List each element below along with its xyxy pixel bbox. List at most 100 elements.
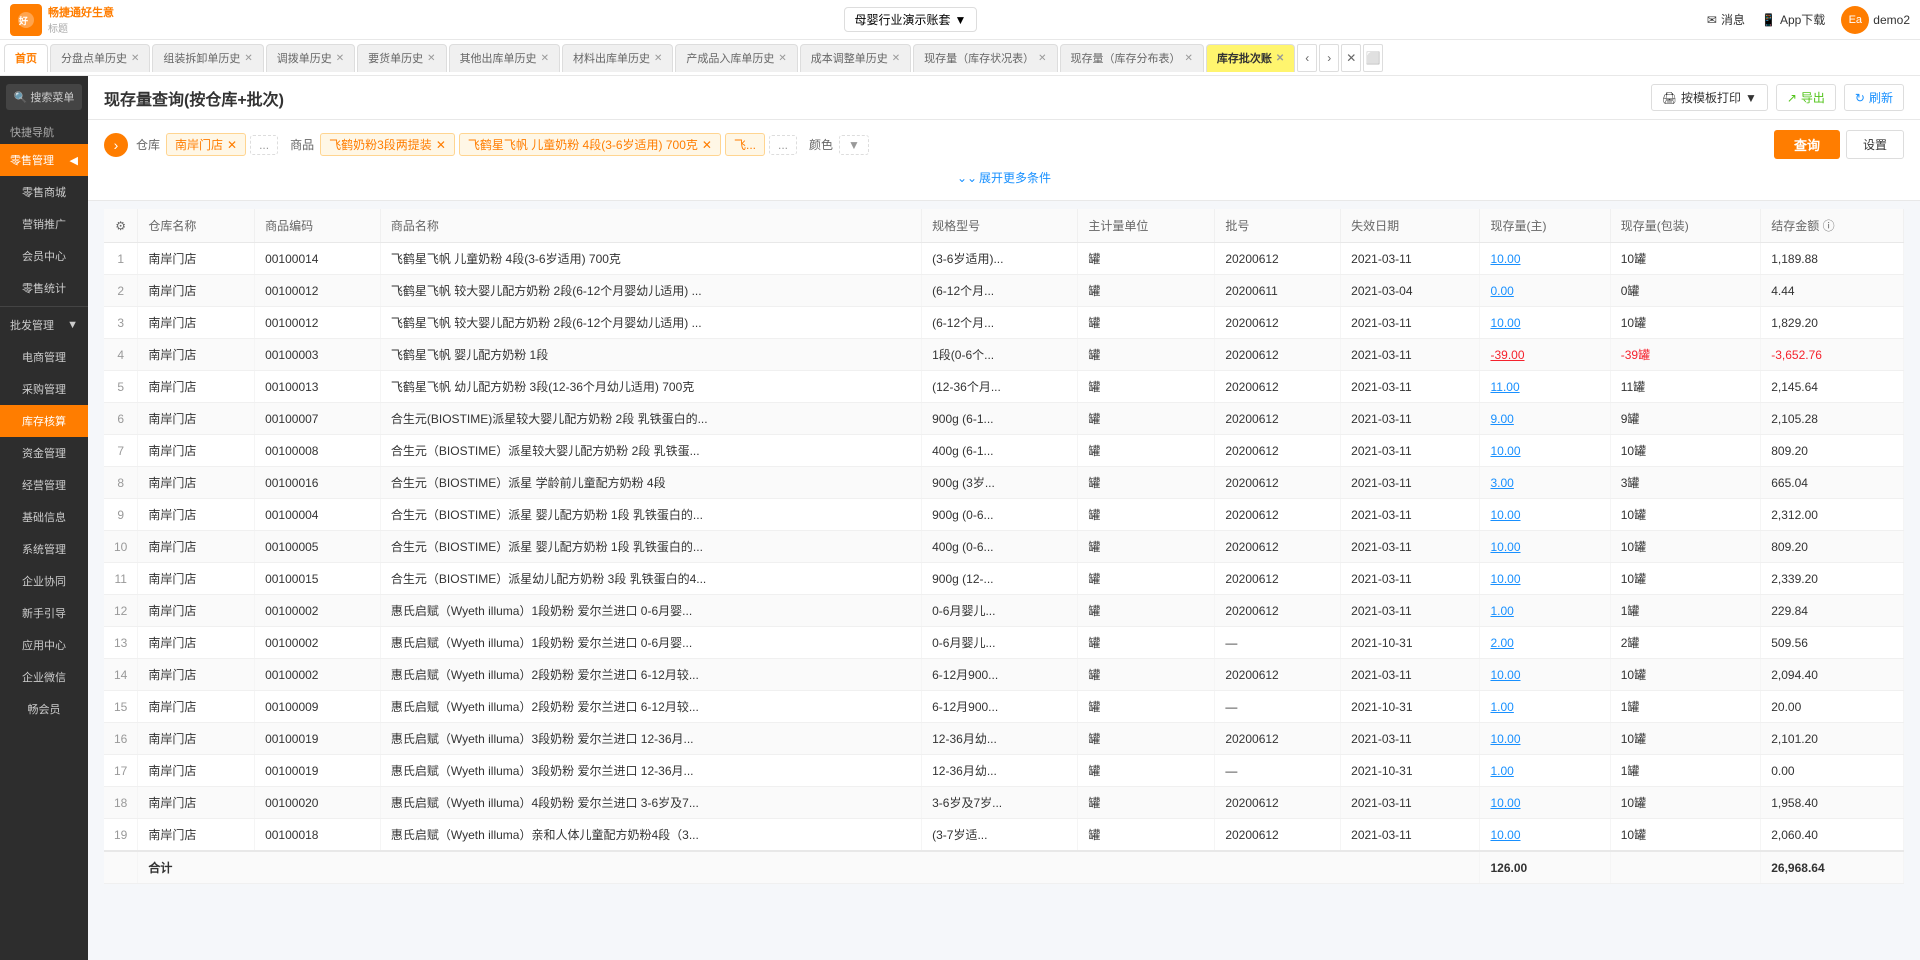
sidebar-item-member2[interactable]: 畅会员 [0, 693, 88, 725]
row-qty[interactable]: 2.00 [1480, 627, 1610, 659]
messages-btn[interactable]: ✉ 消息 [1707, 11, 1745, 28]
col-unit: 主计量单位 [1078, 209, 1215, 243]
tab-close-diaob[interactable]: ✕ [336, 53, 344, 64]
account-selector[interactable]: 母婴行业演示账套 ▼ [844, 7, 978, 32]
tab-zuche[interactable]: 组装拆卸单历史 ✕ [152, 44, 263, 72]
sidebar-item-system[interactable]: 系统管理 [0, 533, 88, 565]
sidebar-item-wholesale[interactable]: 批发管理 ▼ [0, 309, 88, 341]
row-qty[interactable]: 3.00 [1480, 467, 1610, 499]
row-expire: 2021-03-11 [1341, 819, 1480, 852]
row-qty-pkg: 10罐 [1610, 819, 1761, 852]
row-qty[interactable]: 10.00 [1480, 659, 1610, 691]
row-qty[interactable]: 1.00 [1480, 691, 1610, 723]
tab-close-stock-dist[interactable]: ✕ [1185, 53, 1193, 64]
tab-close-batch[interactable]: ✕ [1276, 53, 1284, 64]
tab-close-fenpan[interactable]: ✕ [131, 53, 139, 64]
tab-material[interactable]: 材料出库单历史 ✕ [562, 44, 673, 72]
filter-expand-btn[interactable]: › [104, 133, 128, 157]
sidebar-item-inventory[interactable]: 库存核算 [0, 405, 88, 437]
user-area[interactable]: Ea demo2 [1841, 6, 1910, 34]
product-tag-1-close[interactable]: ✕ [436, 138, 446, 152]
warehouse-tag-close[interactable]: ✕ [227, 138, 237, 152]
sidebar-item-corp[interactable]: 企业协同 [0, 565, 88, 597]
row-qty[interactable]: 10.00 [1480, 787, 1610, 819]
tab-yaoh[interactable]: 要货单历史 ✕ [357, 44, 446, 72]
row-qty[interactable]: 10.00 [1480, 499, 1610, 531]
sidebar-item-apps[interactable]: 应用中心 [0, 629, 88, 661]
row-qty[interactable]: 10.00 [1480, 531, 1610, 563]
row-qty[interactable]: 10.00 [1480, 435, 1610, 467]
warehouse-more-btn[interactable]: ... [250, 135, 278, 155]
tab-cost[interactable]: 成本调整单历史 ✕ [800, 44, 911, 72]
tab-next-btn[interactable]: › [1319, 44, 1339, 72]
row-qty[interactable]: 10.00 [1480, 243, 1610, 275]
tab-stock-status[interactable]: 现存量（库存状况表） ✕ [913, 44, 1057, 72]
sidebar-item-biz[interactable]: 经营管理 [0, 469, 88, 501]
tab-maximize-btn[interactable]: ⬜ [1363, 44, 1383, 72]
sidebar-item-ecom[interactable]: 电商管理 [0, 341, 88, 373]
tab-fenpan[interactable]: 分盘点单历史 ✕ [50, 44, 150, 72]
tab-batch[interactable]: 库存批次账 ✕ [1206, 44, 1295, 72]
tab-bar: 首页 分盘点单历史 ✕ 组装拆卸单历史 ✕ 调拨单历史 ✕ 要货单历史 ✕ 其他… [0, 40, 1920, 76]
query-btn[interactable]: 查询 [1774, 130, 1840, 159]
row-qty[interactable]: 1.00 [1480, 595, 1610, 627]
print-btn[interactable]: 🖨 按模板打印 ▼ [1651, 84, 1768, 111]
sidebar-item-stats[interactable]: 零售统计 [0, 272, 88, 304]
tab-prev-btn[interactable]: ‹ [1297, 44, 1317, 72]
row-qty[interactable]: 10.00 [1480, 723, 1610, 755]
row-spec: 3-6岁及7岁... [922, 787, 1078, 819]
row-qty[interactable]: -39.00 [1480, 339, 1610, 371]
row-qty-pkg: 0罐 [1610, 275, 1761, 307]
sidebar-item-marketing[interactable]: 营销推广 [0, 208, 88, 240]
tab-close-cost[interactable]: ✕ [892, 53, 900, 64]
tab-close-zuche[interactable]: ✕ [244, 53, 252, 64]
row-qty[interactable]: 11.00 [1480, 371, 1610, 403]
tab-close-other-out[interactable]: ✕ [541, 53, 549, 64]
app-download-btn[interactable]: 📱 App下载 [1761, 11, 1825, 28]
row-qty[interactable]: 10.00 [1480, 819, 1610, 852]
product-more-btn[interactable]: ... [769, 135, 797, 155]
sidebar-item-purchase[interactable]: 采购管理 [0, 373, 88, 405]
tab-home[interactable]: 首页 [4, 44, 48, 72]
tab-close-current[interactable]: ✕ [1341, 44, 1361, 72]
row-spec: (6-12个月... [922, 307, 1078, 339]
selector-area[interactable]: 母婴行业演示账套 ▼ [844, 7, 978, 32]
sidebar-item-basic[interactable]: 基础信息 [0, 501, 88, 533]
tab-close-material[interactable]: ✕ [654, 53, 662, 64]
product-tag-1[interactable]: 飞鹤奶粉3段两提装 ✕ [320, 133, 455, 156]
warehouse-tag-nanao[interactable]: 南岸门店 ✕ [166, 133, 246, 156]
sidebar-nav-label[interactable]: 快捷导航 [0, 118, 88, 144]
sidebar-item-retail[interactable]: 零售管理 ◀ [0, 144, 88, 176]
sidebar-item-guide[interactable]: 新手引导 [0, 597, 88, 629]
tab-close-product-in[interactable]: ✕ [778, 53, 786, 64]
search-menu-btn[interactable]: 🔍 搜索菜单 [6, 84, 82, 110]
row-qty[interactable]: 10.00 [1480, 563, 1610, 595]
sidebar-item-wechat[interactable]: 企业微信 [0, 661, 88, 693]
tab-close-yaoh[interactable]: ✕ [427, 53, 435, 64]
product-tag-2[interactable]: 飞鹤星飞帆 儿童奶粉 4段(3-6岁适用) 700克 ✕ [459, 133, 721, 156]
tab-stock-dist[interactable]: 现存量（库存分布表） ✕ [1060, 44, 1204, 72]
refresh-icon: ↻ [1855, 91, 1865, 105]
export-btn[interactable]: ↗ 导出 [1776, 84, 1836, 111]
row-qty[interactable]: 10.00 [1480, 307, 1610, 339]
row-index: 7 [104, 435, 138, 467]
color-dropdown[interactable]: ▼ [839, 135, 869, 155]
tab-close-stock-status[interactable]: ✕ [1038, 53, 1046, 64]
row-qty[interactable]: 1.00 [1480, 755, 1610, 787]
sidebar-item-finance[interactable]: 资金管理 [0, 437, 88, 469]
expand-more-btn[interactable]: ⌄⌄ 展开更多条件 [953, 165, 1055, 190]
refresh-btn[interactable]: ↻ 刷新 [1844, 84, 1904, 111]
col-settings[interactable]: ⚙ [104, 209, 138, 243]
sidebar-item-shop[interactable]: 零售商城 [0, 176, 88, 208]
tab-diaob[interactable]: 调拨单历史 ✕ [266, 44, 355, 72]
row-qty[interactable]: 9.00 [1480, 403, 1610, 435]
row-qty[interactable]: 0.00 [1480, 275, 1610, 307]
row-product-name: 合生元（BIOSTIME）派星 婴儿配方奶粉 1段 乳铁蛋白的... [380, 531, 921, 563]
row-product-name: 飞鹤星飞帆 较大婴儿配方奶粉 2段(6-12个月婴幼儿适用) ... [380, 275, 921, 307]
product-tag-2-close[interactable]: ✕ [702, 138, 712, 152]
sidebar-item-member[interactable]: 会员中心 [0, 240, 88, 272]
tab-other-out[interactable]: 其他出库单历史 ✕ [449, 44, 560, 72]
tab-product-in[interactable]: 产成品入库单历史 ✕ [675, 44, 797, 72]
settings-btn[interactable]: 设置 [1846, 130, 1904, 159]
product-tag-3[interactable]: 飞... [725, 133, 765, 156]
